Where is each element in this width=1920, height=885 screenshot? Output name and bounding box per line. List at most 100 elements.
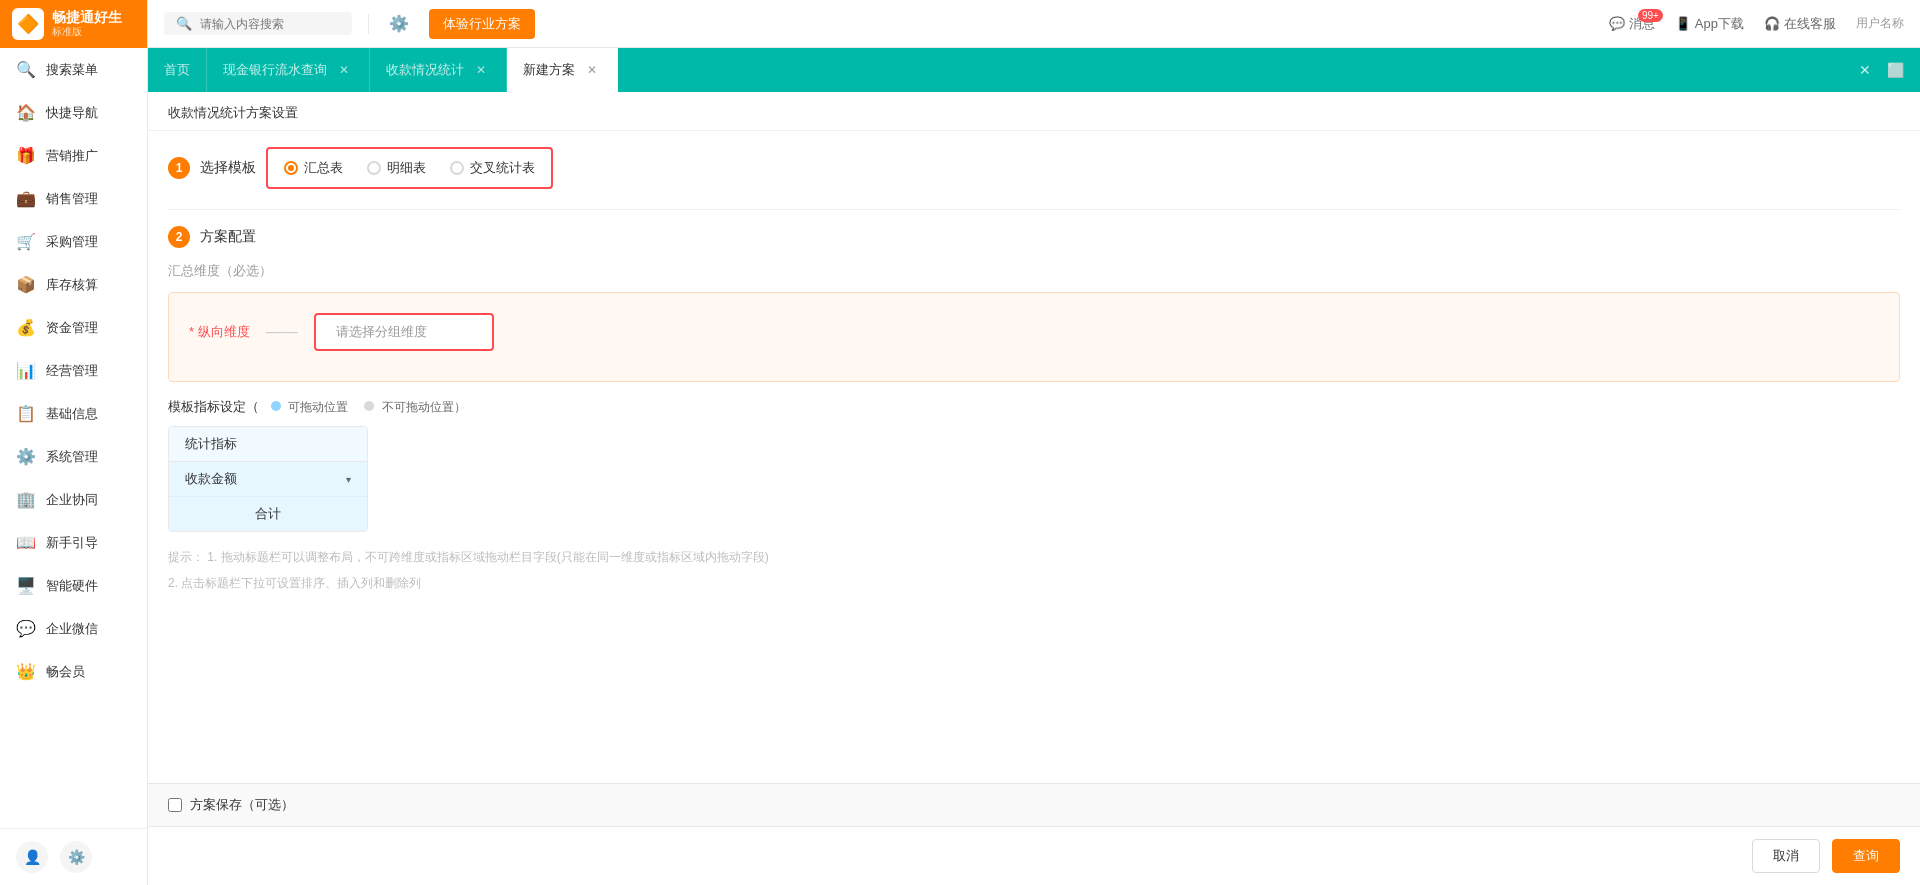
page-footer: 方案保存（可选） — [148, 783, 1920, 826]
chevron-down-icon[interactable]: ▾ — [346, 474, 351, 485]
tips-area: 提示： 1. 拖动标题栏可以调整布局，不可跨维度或指标区域拖动栏目字段(只能在同… — [168, 535, 1900, 606]
member-icon: 👑 — [16, 662, 36, 681]
metrics-table-header: 统计指标 — [169, 427, 367, 462]
sidebar-nav: 🔍 搜索菜单 🏠 快捷导航 🎁 营销推广 💼 销售管理 🛒 采购管理 📦 库存核… — [0, 48, 147, 828]
step1-header: 1 选择模板 汇总表 明细表 — [168, 147, 1900, 189]
sidebar-item-quick-nav[interactable]: 🏠 快捷导航 — [0, 91, 147, 134]
movable-dot — [271, 401, 281, 411]
radio-summary[interactable] — [284, 161, 298, 175]
tabbar: 首页 现金银行流水查询 ✕ 收款情况统计 ✕ 新建方案 ✕ ✕ ⬜ — [148, 48, 1920, 92]
metrics-cell-total: 合计 — [169, 496, 367, 531]
vertical-dimension-label: * 纵向维度 — [189, 323, 250, 341]
close-window-icon[interactable]: ✕ — [1855, 58, 1875, 82]
gear-icon[interactable]: ⚙️ — [385, 10, 413, 37]
sidebar-item-hardware[interactable]: 🖥️ 智能硬件 — [0, 564, 147, 607]
step2-num: 2 — [168, 226, 190, 248]
tab-new-plan-close[interactable]: ✕ — [583, 61, 601, 79]
hardware-icon: 🖥️ — [16, 576, 36, 595]
save-checkbox[interactable] — [168, 798, 182, 812]
user-name[interactable]: 用户名称 — [1856, 15, 1904, 32]
step2-section: 2 方案配置 汇总维度（必选） * 纵向维度 —— — [168, 226, 1900, 606]
purchase-icon: 🛒 — [16, 232, 36, 251]
metrics-table: 统计指标 收款金额 ▾ 合计 — [168, 426, 368, 532]
radio-detail[interactable] — [367, 161, 381, 175]
search-input[interactable] — [200, 17, 340, 31]
home-icon: 🏠 — [16, 103, 36, 122]
operation-icon: 📊 — [16, 361, 36, 380]
search-box[interactable]: 🔍 — [164, 12, 352, 35]
tab-collection-stats[interactable]: 收款情况统计 ✕ — [370, 48, 507, 92]
app-download-btn[interactable]: 📱 App下载 — [1675, 15, 1744, 33]
basic-icon: 📋 — [16, 404, 36, 423]
config-section: 汇总维度（必选） * 纵向维度 —— 请选择分组维度 — [168, 262, 1900, 606]
beginner-icon: 📖 — [16, 533, 36, 552]
legend-movable: 可拖动位置 — [271, 399, 348, 416]
form-area: 1 选择模板 汇总表 明细表 — [148, 131, 1920, 783]
sidebar-item-inventory[interactable]: 📦 库存核算 — [0, 263, 147, 306]
sidebar: 🔶 畅捷通好生 标准版 🔍 搜索菜单 🏠 快捷导航 🎁 营销推广 💼 销售管理 … — [0, 0, 148, 885]
logo-icon: 🔶 — [12, 8, 44, 40]
query-button[interactable]: 查询 — [1832, 839, 1900, 873]
summary-dimension-label: 汇总维度（必选） — [168, 262, 1900, 280]
page-container: 收款情况统计方案设置 1 选择模板 汇总表 — [148, 92, 1920, 826]
metrics-cell-amount[interactable]: 收款金额 ▾ — [169, 462, 367, 496]
search-icon: 🔍 — [176, 16, 192, 31]
sidebar-item-beginner[interactable]: 📖 新手引导 — [0, 521, 147, 564]
sales-icon: 💼 — [16, 189, 36, 208]
maximize-icon[interactable]: ⬜ — [1883, 58, 1908, 82]
option-summary[interactable]: 汇总表 — [284, 159, 343, 177]
main-content: 🔍 ⚙️ 体验行业方案 💬 消息 99+ 📱 App下载 🎧 在线客服 用户名称 — [148, 0, 1920, 885]
wechat-icon: 💬 — [16, 619, 36, 638]
online-service-btn[interactable]: 🎧 在线客服 — [1764, 15, 1836, 33]
tab-collection-stats-close[interactable]: ✕ — [472, 61, 490, 79]
tab-home[interactable]: 首页 — [148, 48, 207, 92]
topbar-right: 💬 消息 99+ 📱 App下载 🎧 在线客服 用户名称 — [1609, 15, 1904, 33]
service-icon: 🎧 — [1764, 16, 1780, 31]
sidebar-bottom-icon-2[interactable]: ⚙️ — [60, 841, 92, 873]
sidebar-bottom-icon-1[interactable]: 👤 — [16, 841, 48, 873]
step1-section: 1 选择模板 汇总表 明细表 — [168, 147, 1900, 189]
sidebar-item-member[interactable]: 👑 畅会员 — [0, 650, 147, 693]
tab-cash-bank[interactable]: 现金银行流水查询 ✕ — [207, 48, 370, 92]
sidebar-item-wechat[interactable]: 💬 企业微信 — [0, 607, 147, 650]
cancel-button[interactable]: 取消 — [1752, 839, 1820, 873]
dimension-area: * 纵向维度 —— 请选择分组维度 — [168, 292, 1900, 382]
radio-cross[interactable] — [450, 161, 464, 175]
option-cross[interactable]: 交叉统计表 — [450, 159, 535, 177]
finance-icon: 💰 — [16, 318, 36, 337]
inventory-icon: 📦 — [16, 275, 36, 294]
legend-unmovable: 不可拖动位置） — [364, 399, 465, 416]
sidebar-item-system[interactable]: ⚙️ 系统管理 — [0, 435, 147, 478]
message-btn[interactable]: 💬 消息 99+ — [1609, 15, 1655, 33]
download-icon: 📱 — [1675, 16, 1691, 31]
industry-btn[interactable]: 体验行业方案 — [429, 9, 535, 39]
step1-title: 选择模板 — [200, 159, 256, 177]
sidebar-item-operation[interactable]: 📊 经营管理 — [0, 349, 147, 392]
logo-text: 畅捷通好生 标准版 — [52, 9, 122, 40]
template-options: 汇总表 明细表 交叉统计表 — [266, 147, 553, 189]
sidebar-item-marketing[interactable]: 🎁 营销推广 — [0, 134, 147, 177]
sidebar-item-finance[interactable]: 💰 资金管理 — [0, 306, 147, 349]
content-area: 收款情况统计方案设置 1 选择模板 汇总表 — [148, 92, 1920, 885]
enterprise-icon: 🏢 — [16, 490, 36, 509]
step1-num: 1 — [168, 157, 190, 179]
page-breadcrumb: 收款情况统计方案设置 — [148, 92, 1920, 131]
tips-label: 提示： 1. 拖动标题栏可以调整布局，不可跨维度或指标区域拖动栏目字段(只能在同… — [168, 547, 1900, 569]
save-label: 方案保存（可选） — [190, 796, 294, 814]
tab-cash-bank-close[interactable]: ✕ — [335, 61, 353, 79]
sidebar-item-enterprise[interactable]: 🏢 企业协同 — [0, 478, 147, 521]
sidebar-item-basic[interactable]: 📋 基础信息 — [0, 392, 147, 435]
dimension-picker[interactable]: 请选择分组维度 — [314, 313, 494, 351]
message-icon: 💬 — [1609, 16, 1625, 31]
tab-new-plan[interactable]: 新建方案 ✕ — [507, 48, 618, 92]
metrics-section: 模板指标设定（ 可拖动位置 不可拖动位置） — [168, 398, 1900, 535]
tip2: 2. 点击标题栏下拉可设置排序、插入列和删除列 — [168, 573, 1900, 595]
sidebar-item-search-menu[interactable]: 🔍 搜索菜单 — [0, 48, 147, 91]
metrics-header: 模板指标设定（ 可拖动位置 不可拖动位置） — [168, 398, 1900, 416]
action-bar: 取消 查询 — [148, 826, 1920, 885]
sidebar-item-purchase[interactable]: 🛒 采购管理 — [0, 220, 147, 263]
option-detail[interactable]: 明细表 — [367, 159, 426, 177]
topbar-divider — [368, 14, 369, 34]
step2-header: 2 方案配置 — [168, 226, 1900, 248]
sidebar-item-sales[interactable]: 💼 销售管理 — [0, 177, 147, 220]
